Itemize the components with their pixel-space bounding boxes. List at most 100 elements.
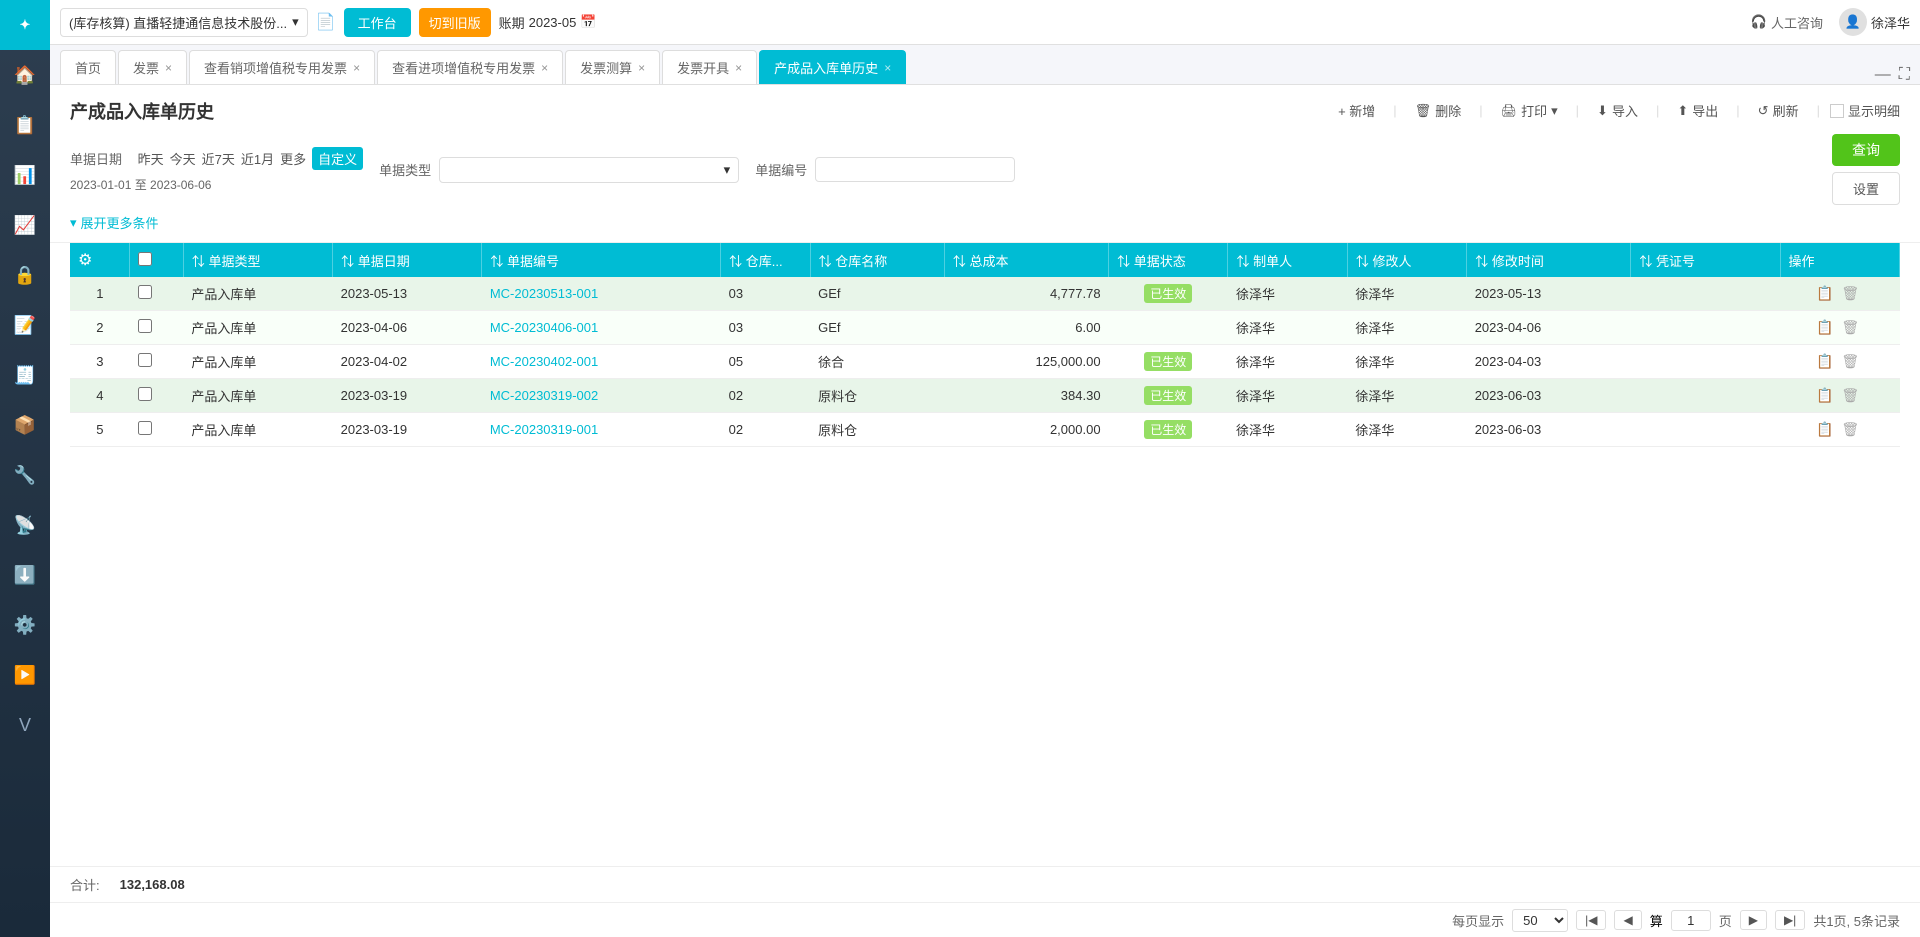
sidebar-item-documents[interactable]: 📋 <box>0 100 50 150</box>
print-button[interactable]: 🖨 打印 ▾ <box>1493 97 1566 124</box>
sort-icon[interactable]: ⇅ <box>1639 254 1652 269</box>
tab-check-purchase-close[interactable]: × <box>541 61 548 75</box>
calendar-icon[interactable]: 📅 <box>580 14 596 30</box>
date-more-btn[interactable]: 更多 <box>280 149 306 168</box>
expand-filter-btn[interactable]: ▾ 展开更多条件 <box>70 213 1900 232</box>
show-detail-checkbox[interactable] <box>1830 104 1844 118</box>
page-number-input[interactable] <box>1671 910 1711 931</box>
sidebar-item-home[interactable]: 🏠 <box>0 50 50 100</box>
row-warehouse-code: 03 <box>721 277 811 311</box>
company-selector[interactable]: (库存核算) 直播轻捷通信息技术股份... ▾ <box>60 8 308 37</box>
sort-icon[interactable]: ⇅ <box>819 254 832 269</box>
sort-icon[interactable]: ⇅ <box>192 254 205 269</box>
sidebar-item-records[interactable]: 📝 <box>0 300 50 350</box>
set-button[interactable]: 设置 <box>1832 172 1900 205</box>
tab-invoice-issue[interactable]: 发票开具 × <box>662 50 757 84</box>
date-7days-btn[interactable]: 近7天 <box>202 149 235 168</box>
date-custom-btn[interactable]: 自定义 <box>312 147 363 170</box>
sidebar-item-tools[interactable]: 🔧 <box>0 450 50 500</box>
app-logo[interactable]: ✦ <box>0 0 50 50</box>
tab-check-sales[interactable]: 查看销项增值税专用发票 × <box>189 50 375 84</box>
date-today-btn[interactable]: 今天 <box>170 149 196 168</box>
document-copy-icon[interactable]: 📄 <box>316 12 336 32</box>
tab-invoice-calc-close[interactable]: × <box>638 61 645 75</box>
edit-icon[interactable]: 📋 <box>1816 421 1833 437</box>
new-button[interactable]: + 新增 <box>1330 97 1383 124</box>
refresh-button[interactable]: ↺ 刷新 <box>1750 97 1807 124</box>
date-yesterday-btn[interactable]: 昨天 <box>138 149 164 168</box>
row-select-checkbox[interactable] <box>138 421 152 435</box>
row-number: MC-20230402-001 <box>482 345 721 379</box>
sidebar-item-inventory[interactable]: 📦 <box>0 400 50 450</box>
select-all-checkbox[interactable] <box>138 252 152 266</box>
row-select-checkbox[interactable] <box>138 285 152 299</box>
edit-icon[interactable]: 📋 <box>1816 285 1833 301</box>
delete-row-icon[interactable]: 🗑 <box>1841 285 1859 301</box>
tab-check-sales-close[interactable]: × <box>353 61 360 75</box>
sidebar-item-analysis[interactable]: 📈 <box>0 200 50 250</box>
sort-icon[interactable]: ⇅ <box>953 254 966 269</box>
maximize-button[interactable]: ⛶ <box>1899 66 1910 84</box>
tab-invoice-calc[interactable]: 发票测算 × <box>565 50 660 84</box>
sort-icon[interactable]: ⇅ <box>490 254 503 269</box>
sidebar-item-reports[interactable]: 📊 <box>0 150 50 200</box>
query-button[interactable]: 查询 <box>1832 134 1900 166</box>
sidebar-item-voucher[interactable]: 🧾 <box>0 350 50 400</box>
tab-invoice[interactable]: 发票 × <box>118 50 187 84</box>
row-number-link[interactable]: MC-20230319-001 <box>490 422 598 437</box>
next-page-btn[interactable]: ▶ <box>1740 910 1767 930</box>
workspace-button[interactable]: 工作台 <box>344 8 411 37</box>
service-button[interactable]: 🎧 人工咨询 <box>1751 13 1823 32</box>
row-number-link[interactable]: MC-20230513-001 <box>490 286 598 301</box>
sidebar-item-security[interactable]: 🔒 <box>0 250 50 300</box>
export-button[interactable]: ⬆ 导出 <box>1669 97 1726 124</box>
delete-row-icon[interactable]: 🗑 <box>1841 387 1859 403</box>
col-settings[interactable]: ⚙ <box>70 243 130 277</box>
import-button[interactable]: ⬇ 导入 <box>1589 97 1646 124</box>
sort-icon[interactable]: ⇅ <box>341 254 354 269</box>
user-menu[interactable]: 👤 徐泽华 <box>1839 8 1910 36</box>
row-select-checkbox[interactable] <box>138 319 152 333</box>
tab-check-purchase[interactable]: 查看进项增值税专用发票 × <box>377 50 563 84</box>
first-page-btn[interactable]: |◀ <box>1576 910 1606 930</box>
sort-icon[interactable]: ⇅ <box>1236 254 1249 269</box>
minimize-button[interactable]: — <box>1875 66 1891 84</box>
edit-icon[interactable]: 📋 <box>1816 353 1833 369</box>
show-detail-toggle[interactable]: 显示明细 <box>1830 101 1900 120</box>
prev-page-btn[interactable]: ◀ <box>1614 910 1641 930</box>
tab-invoice-issue-close[interactable]: × <box>735 61 742 75</box>
sidebar-item-settings[interactable]: ⚙️ <box>0 600 50 650</box>
row-number-link[interactable]: MC-20230406-001 <box>490 320 598 335</box>
sort-icon[interactable]: ⇅ <box>1117 254 1130 269</box>
notes-icon: 📝 <box>14 315 36 336</box>
tab-product-history[interactable]: 产成品入库单历史 × <box>759 50 906 84</box>
row-number-link[interactable]: MC-20230402-001 <box>490 354 598 369</box>
delete-row-icon[interactable]: 🗑 <box>1841 319 1859 335</box>
date-1month-btn[interactable]: 近1月 <box>241 149 274 168</box>
last-page-btn[interactable]: ▶| <box>1775 910 1805 930</box>
delete-row-icon[interactable]: 🗑 <box>1841 421 1859 437</box>
sort-icon[interactable]: ⇅ <box>1475 254 1488 269</box>
tab-product-history-close[interactable]: × <box>884 61 891 75</box>
edit-icon[interactable]: 📋 <box>1816 319 1833 335</box>
sort-icon[interactable]: ⇅ <box>1356 254 1369 269</box>
settings-gear-icon[interactable]: ⚙ <box>78 252 92 269</box>
type-filter-select[interactable]: ▾ <box>439 157 739 183</box>
row-number-link[interactable]: MC-20230319-002 <box>490 388 598 403</box>
delete-button[interactable]: 🗑 删除 <box>1407 97 1470 124</box>
sort-icon[interactable]: ⇅ <box>729 254 742 269</box>
edit-icon[interactable]: 📋 <box>1816 387 1833 403</box>
sidebar-item-run[interactable]: ▶️ <box>0 650 50 700</box>
row-select-checkbox[interactable] <box>138 387 152 401</box>
row-select-checkbox[interactable] <box>138 353 152 367</box>
sidebar-item-download[interactable]: ⬇️ <box>0 550 50 600</box>
sidebar-item-version[interactable]: V <box>0 700 50 750</box>
row-actions: 📋 🗑 <box>1780 345 1899 379</box>
per-page-select[interactable]: 50 100 200 <box>1512 909 1568 932</box>
sidebar-item-data[interactable]: 📡 <box>0 500 50 550</box>
delete-row-icon[interactable]: 🗑 <box>1841 353 1859 369</box>
tab-home[interactable]: 首页 <box>60 50 116 84</box>
number-filter-input[interactable] <box>815 157 1015 182</box>
tab-invoice-close[interactable]: × <box>165 61 172 75</box>
switch-old-button[interactable]: 切到旧版 <box>419 8 491 37</box>
